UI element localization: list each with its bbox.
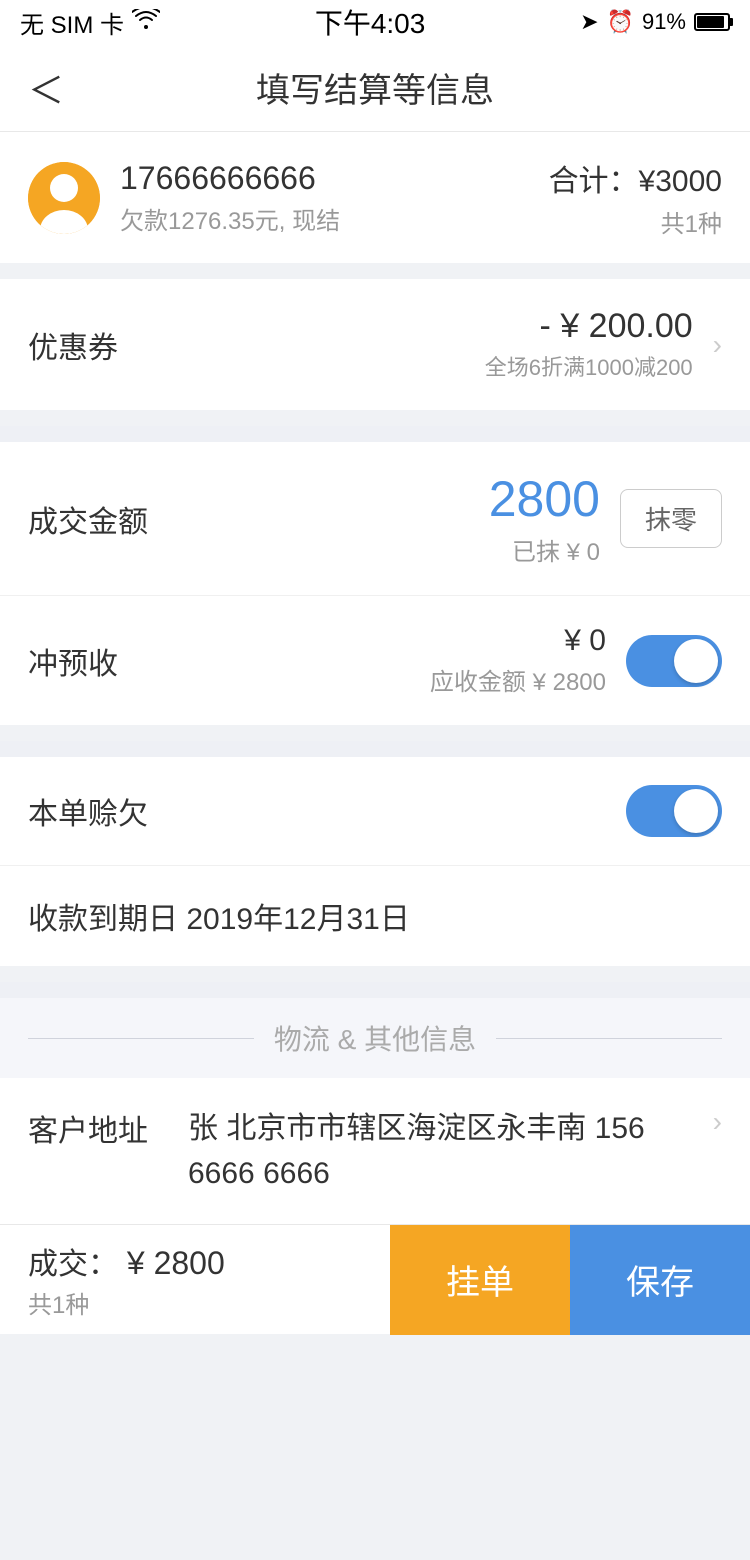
status-left: 无 SIM 卡	[20, 5, 160, 40]
chong-row: 冲预收 ¥ 0 应收金额 ¥ 2800	[0, 596, 750, 725]
customer-left: 17666666666 欠款1276.35元, 现结	[28, 160, 340, 236]
wifi-icon	[132, 8, 160, 36]
address-row[interactable]: 客户地址 张 北京市市辖区海淀区永丰南 156 6666 6666 ›	[0, 1078, 750, 1224]
customer-total: 合计：¥3000	[549, 156, 722, 200]
status-bar: 无 SIM 卡 下午4:03 ➤ ⏰ 91%	[0, 0, 750, 44]
customer-right: 合计：¥3000 共1种	[549, 156, 722, 239]
qianqian-section: 本单赊欠 收款到期日 2019年12月31日	[0, 757, 750, 966]
address-chevron: ›	[713, 1106, 722, 1138]
qianqian-toggle[interactable]	[626, 785, 722, 837]
avatar	[28, 162, 100, 234]
coupon-desc: 全场6折满1000减200	[485, 350, 693, 382]
divider-1	[0, 426, 750, 442]
deal-right: 2800 已抹 ¥ 0 抹零	[489, 470, 722, 567]
chong-value-block: ¥ 0 应收金额 ¥ 2800	[430, 624, 606, 697]
divider-2	[0, 741, 750, 757]
content-area: 17666666666 欠款1276.35元, 现结 合计：¥3000 共1种 …	[0, 132, 750, 1560]
hang-button[interactable]: 挂单	[390, 1225, 570, 1335]
alarm-icon: ⏰	[607, 9, 634, 35]
divider-3	[0, 982, 750, 998]
logistics-header: 物流 & 其他信息	[0, 998, 750, 1078]
address-value: 张 北京市市辖区海淀区永丰南 156 6666 6666	[188, 1106, 693, 1196]
status-right: ➤ ⏰ 91%	[580, 9, 730, 35]
location-icon: ➤	[580, 9, 598, 35]
chong-sub: 应收金额 ¥ 2800	[430, 662, 606, 697]
coupon-section: 优惠券 - ¥ 200.00 全场6折满1000减200 ›	[0, 279, 750, 410]
customer-count: 共1种	[549, 204, 722, 239]
coupon-amount: - ¥ 200.00	[485, 307, 693, 346]
bottom-summary: 成交： ¥ 2800 共1种	[0, 1239, 390, 1320]
save-button[interactable]: 保存	[570, 1225, 750, 1335]
battery-icon	[694, 13, 730, 31]
nav-bar: ＜ 填写结算等信息	[0, 44, 750, 132]
bottom-bar: 成交： ¥ 2800 共1种 挂单 保存	[0, 1224, 750, 1334]
chong-toggle[interactable]	[626, 635, 722, 687]
page-title: 填写结算等信息	[256, 63, 494, 112]
discount-block: - ¥ 200.00 全场6折满1000减200	[485, 307, 693, 382]
toggle-knob-2	[674, 789, 718, 833]
customer-sub: 欠款1276.35元, 现结	[120, 201, 340, 236]
status-time: 下午4:03	[315, 2, 426, 42]
customer-row: 17666666666 欠款1276.35元, 现结 合计：¥3000 共1种	[0, 132, 750, 263]
deal-amount: 2800	[489, 470, 600, 528]
address-label: 客户地址	[28, 1106, 168, 1150]
deal-row: 成交金额 2800 已抹 ¥ 0 抹零	[0, 442, 750, 595]
qianqian-label: 本单赊欠	[28, 789, 148, 833]
battery-percent: 91%	[642, 9, 686, 35]
customer-phone: 17666666666	[120, 160, 340, 197]
back-button[interactable]: ＜	[28, 62, 64, 114]
chong-right-block: ¥ 0 应收金额 ¥ 2800	[430, 624, 722, 697]
due-date-row: 收款到期日 2019年12月31日	[0, 866, 750, 966]
coupon-chevron: ›	[713, 329, 722, 361]
chong-value: ¥ 0	[430, 624, 606, 658]
due-date-label: 收款到期日 2019年12月31日	[28, 894, 410, 938]
bottom-amount-value: ¥ 2800	[127, 1245, 225, 1281]
bottom-amount: 成交： ¥ 2800	[28, 1239, 362, 1283]
toggle-knob	[674, 639, 718, 683]
coupon-row[interactable]: 优惠券 - ¥ 200.00 全场6折满1000减200 ›	[0, 279, 750, 410]
deal-sub: 已抹 ¥ 0	[489, 532, 600, 567]
due-date-value: 2019年12月31日	[186, 903, 409, 936]
address-section: 客户地址 张 北京市市辖区海淀区永丰南 156 6666 6666 ›	[0, 1078, 750, 1224]
qianqian-right	[626, 785, 722, 837]
chong-label: 冲预收	[28, 639, 118, 683]
deal-label: 成交金额	[28, 497, 148, 541]
deal-amount-block: 2800 已抹 ¥ 0	[489, 470, 600, 567]
customer-info: 17666666666 欠款1276.35元, 现结	[120, 160, 340, 236]
bottom-amount-label: 成交：	[28, 1248, 118, 1281]
qianqian-row: 本单赊欠	[0, 757, 750, 865]
bottom-count: 共1种	[28, 1285, 362, 1320]
coupon-label: 优惠券	[28, 323, 118, 367]
coupon-right: - ¥ 200.00 全场6折满1000减200 ›	[485, 307, 722, 382]
logistics-title: 物流 & 其他信息	[254, 1018, 496, 1058]
round-button[interactable]: 抹零	[620, 489, 722, 548]
sim-status: 无 SIM 卡	[20, 5, 124, 40]
deal-section: 成交金额 2800 已抹 ¥ 0 抹零 冲预收 ¥ 0 应收金额 ¥ 2800	[0, 442, 750, 725]
